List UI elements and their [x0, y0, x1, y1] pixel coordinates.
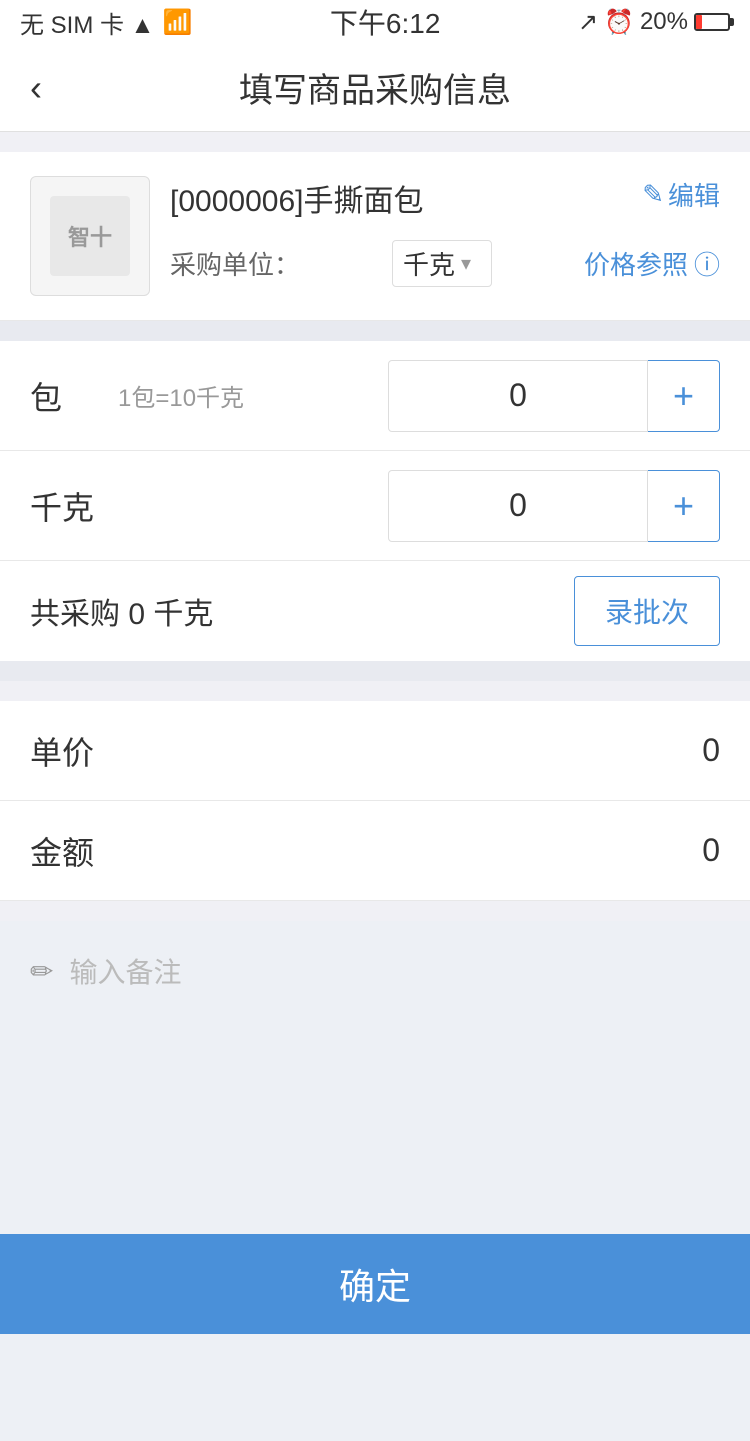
bao-label: 包 — [30, 373, 110, 419]
unit-price-row: 单价 0 — [0, 701, 750, 801]
bottom-spacer — [0, 1341, 750, 1441]
back-button[interactable]: ‹ — [30, 67, 62, 109]
unit-price-value: 0 — [702, 732, 720, 769]
status-right: ↗ ⏰ 20% — [578, 8, 730, 37]
location-icon: ↗ — [578, 8, 598, 37]
notes-placeholder: 输入备注 — [69, 951, 181, 991]
info-icon: ⓘ — [694, 245, 720, 282]
kg-input-row: 千克 0 + — [0, 451, 750, 561]
kg-plus-button[interactable]: + — [648, 470, 720, 542]
kg-input[interactable]: 0 — [388, 470, 648, 542]
section-divider-2 — [0, 661, 750, 681]
product-logo: 智十 — [50, 196, 130, 276]
battery-percent: 20% — [640, 8, 688, 36]
unit-select[interactable]: 千克 ▾ — [392, 240, 492, 287]
bao-input-right: 0 + — [388, 360, 720, 432]
input-section: 包 1包=10千克 0 + 千克 0 + 共采购 0 千克 录批次 — [0, 341, 750, 661]
sim-label: 无 SIM 卡 ▲ — [20, 5, 154, 40]
wifi-icon: 📶 — [162, 8, 192, 37]
nav-bar: ‹ 填写商品采购信息 — [0, 44, 750, 132]
price-ref-label: 价格参照 — [584, 245, 688, 282]
product-image: 智十 — [30, 176, 150, 296]
status-time: 下午6:12 — [330, 2, 441, 42]
unit-row: 采购单位： 千克 ▾ 价格参照 ⓘ — [170, 240, 720, 287]
product-info: [0000006]手撕面包 ✎ 编辑 采购单位： 千克 ▾ 价格参照 ⓘ — [170, 176, 720, 287]
unit-price-label: 单价 — [30, 728, 94, 774]
bao-sublabel: 1包=10千克 — [118, 378, 244, 413]
product-name: [0000006]手撕面包 — [170, 176, 423, 220]
status-bar: 无 SIM 卡 ▲ 📶 下午6:12 ↗ ⏰ 20% — [0, 0, 750, 44]
bao-plus-button[interactable]: + — [648, 360, 720, 432]
price-section: 单价 0 金额 0 — [0, 701, 750, 901]
product-card: 智十 [0000006]手撕面包 ✎ 编辑 采购单位： 千克 ▾ 价格参照 ⓘ — [0, 152, 750, 321]
confirm-button[interactable]: 确定 — [0, 1234, 750, 1334]
amount-row: 金额 0 — [0, 801, 750, 901]
summary-text: 共采购 0 千克 — [30, 589, 213, 633]
price-ref-button[interactable]: 价格参照 ⓘ — [584, 245, 720, 282]
bao-input-row: 包 1包=10千克 0 + — [0, 341, 750, 451]
alarm-icon: ⏰ — [604, 8, 634, 37]
pencil-icon: ✏ — [30, 955, 53, 988]
page-title: 填写商品采购信息 — [239, 63, 511, 112]
amount-label: 金额 — [30, 828, 94, 874]
kg-label: 千克 — [30, 483, 110, 529]
edit-button[interactable]: ✎ 编辑 — [642, 176, 720, 213]
amount-value: 0 — [702, 832, 720, 869]
status-left: 无 SIM 卡 ▲ 📶 — [20, 5, 192, 40]
batch-button[interactable]: 录批次 — [574, 576, 720, 646]
section-divider-1 — [0, 321, 750, 341]
kg-input-right: 0 + — [388, 470, 720, 542]
battery-icon — [694, 13, 730, 31]
edit-icon: ✎ — [642, 179, 664, 210]
unit-value: 千克 — [403, 245, 455, 282]
bao-input[interactable]: 0 — [388, 360, 648, 432]
unit-label: 采购单位： — [170, 245, 300, 282]
product-name-row: [0000006]手撕面包 ✎ 编辑 — [170, 176, 720, 220]
edit-label: 编辑 — [668, 176, 720, 213]
chevron-down-icon: ▾ — [461, 251, 471, 276]
notes-section[interactable]: ✏ 输入备注 — [0, 921, 750, 1021]
summary-row: 共采购 0 千克 录批次 — [0, 561, 750, 661]
